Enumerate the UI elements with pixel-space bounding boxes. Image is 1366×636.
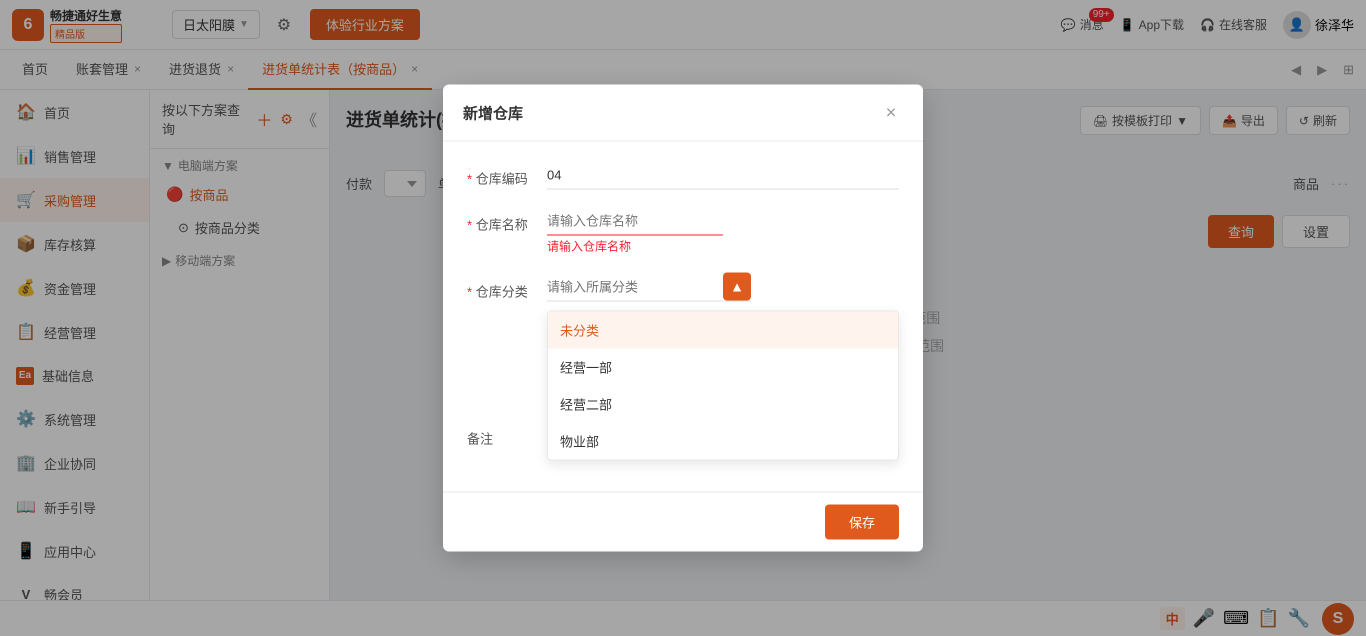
dialog-save-button[interactable]: 保存 (825, 505, 899, 540)
dropdown-item-ops1[interactable]: 经营一部 (548, 349, 898, 386)
dialog-close-button[interactable]: × (879, 101, 903, 125)
dialog-body: * 仓库编码 * 仓库名称 请输入仓库名称 * 仓库分类 (443, 142, 923, 492)
warehouse-code-input[interactable] (547, 162, 899, 190)
notes-label: 备注 (467, 422, 547, 448)
category-label: * 仓库分类 (467, 274, 547, 300)
code-required-mark: * (467, 172, 472, 187)
dropdown-item-ops2[interactable]: 经营二部 (548, 386, 898, 423)
code-label: * 仓库编码 (467, 162, 547, 188)
warehouse-name-row: * 仓库名称 请输入仓库名称 (467, 208, 899, 255)
dialog-header: 新增仓库 × (443, 85, 923, 142)
category-input[interactable] (547, 273, 723, 300)
warehouse-name-input[interactable] (547, 208, 723, 236)
category-dropdown-list: 未分类 经营一部 经营二部 物业部 (547, 311, 899, 461)
name-error-message: 请输入仓库名称 (547, 238, 631, 255)
category-input-wrap: ▲ (547, 273, 751, 302)
warehouse-category-row: * 仓库分类 ▲ 未分类 经营一部 经营二部 物业部 (467, 273, 899, 302)
category-dropdown-toggle[interactable]: ▲ (723, 273, 751, 301)
add-warehouse-dialog: 新增仓库 × * 仓库编码 * 仓库名称 请输入仓库名称 (443, 85, 923, 552)
dropdown-item-uncategorized[interactable]: 未分类 (548, 312, 898, 349)
warehouse-code-row: * 仓库编码 (467, 162, 899, 190)
dialog-footer: 保存 (443, 492, 923, 552)
dialog-title: 新增仓库 (463, 102, 523, 123)
name-required-mark: * (467, 218, 472, 233)
category-required-mark: * (467, 284, 472, 299)
name-label: * 仓库名称 (467, 208, 547, 234)
dropdown-item-property[interactable]: 物业部 (548, 423, 898, 460)
